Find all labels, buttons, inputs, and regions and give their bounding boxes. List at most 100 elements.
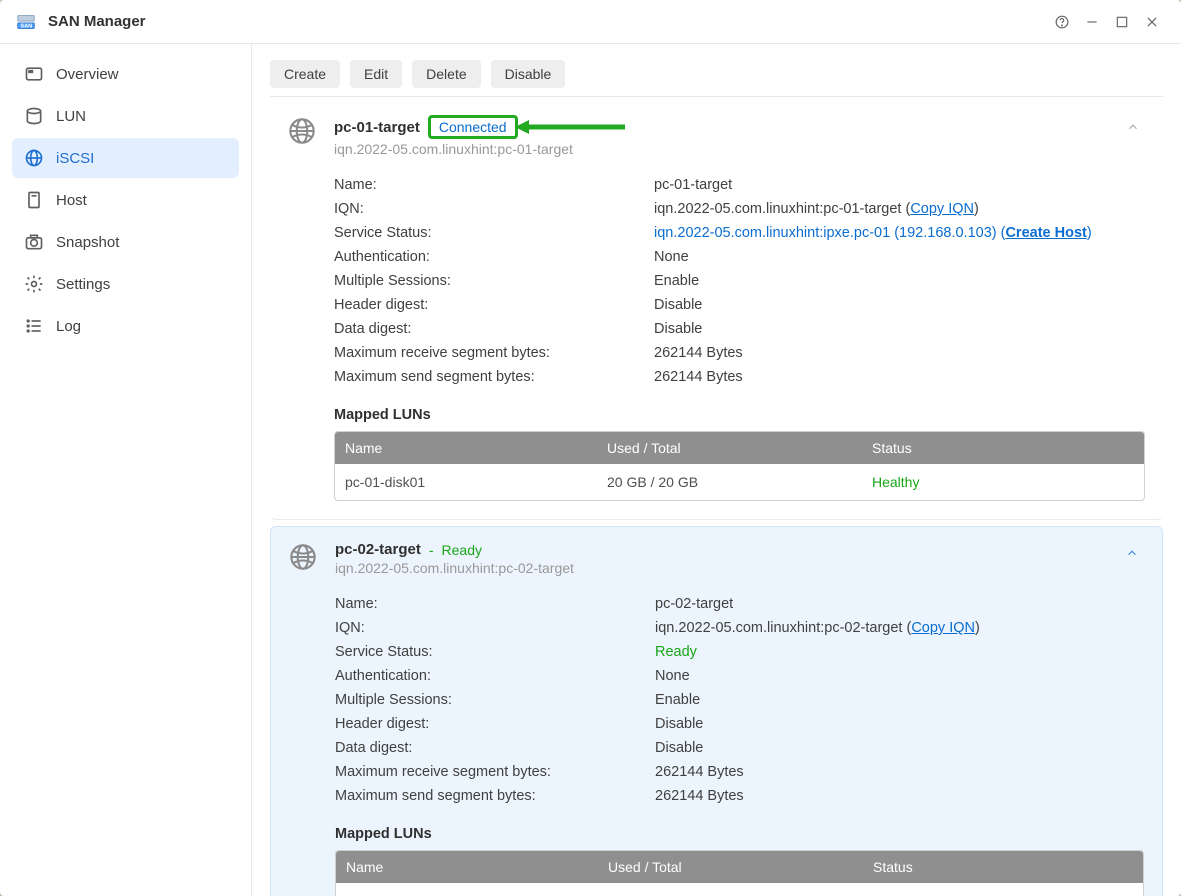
field-value-auth: None <box>655 668 1144 684</box>
camera-icon <box>24 232 44 252</box>
sidebar-item-settings[interactable]: Settings <box>12 264 239 304</box>
sidebar-item-host[interactable]: Host <box>12 180 239 220</box>
field-value-maxsend: 262144 Bytes <box>654 369 1145 385</box>
field-label-maxrecv: Maximum receive segment bytes: <box>334 345 654 361</box>
field-label-maxsend: Maximum send segment bytes: <box>335 788 655 804</box>
field-label-iqn: IQN: <box>334 201 654 217</box>
sidebar-item-label: iSCSI <box>56 150 94 167</box>
field-label-data: Data digest: <box>335 740 655 756</box>
table-row[interactable]: pc-01-disk01 20 GB / 20 GB Healthy <box>335 464 1144 500</box>
help-button[interactable] <box>1047 7 1077 37</box>
field-value-maxrecv: 262144 Bytes <box>654 345 1145 361</box>
sidebar-item-iscsi[interactable]: iSCSI <box>12 138 239 178</box>
field-label-multi: Multiple Sessions: <box>334 273 654 289</box>
globe-icon <box>288 117 316 145</box>
sidebar-item-label: Snapshot <box>56 234 119 251</box>
mapped-luns-table: Name Used / Total Status pc-02-disk01 20… <box>335 850 1144 896</box>
create-host-link[interactable]: Create Host <box>1005 225 1086 241</box>
sidebar-item-overview[interactable]: Overview <box>12 54 239 94</box>
title-bar: SAN SAN Manager <box>0 0 1181 44</box>
sidebar-item-label: Settings <box>56 276 110 293</box>
field-label-hdr: Header digest: <box>334 297 654 313</box>
col-header-status: Status <box>872 440 1134 456</box>
app-icon: SAN <box>14 10 38 34</box>
target-iqn-sub: iqn.2022-05.com.linuxhint:pc-02-target <box>335 560 1120 576</box>
field-label-data: Data digest: <box>334 321 654 337</box>
app-window: SAN SAN Manager Overview LUN iSCSI <box>0 0 1181 896</box>
sidebar-item-label: Host <box>56 192 87 209</box>
svg-text:SAN: SAN <box>21 23 33 29</box>
field-value-data: Disable <box>655 740 1144 756</box>
status-badge-connected: Connected <box>428 115 518 139</box>
field-value-hdr: Disable <box>654 297 1145 313</box>
copy-iqn-link[interactable]: Copy IQN <box>910 201 974 217</box>
dashboard-icon <box>24 64 44 84</box>
sidebar-item-lun[interactable]: LUN <box>12 96 239 136</box>
col-header-used: Used / Total <box>607 440 872 456</box>
field-value-iqn: iqn.2022-05.com.linuxhint:pc-01-target (… <box>654 201 1145 217</box>
delete-button[interactable]: Delete <box>412 60 480 88</box>
field-label-auth: Authentication: <box>334 249 654 265</box>
col-header-status: Status <box>873 859 1133 875</box>
minimize-button[interactable] <box>1077 7 1107 37</box>
field-label-maxrecv: Maximum receive segment bytes: <box>335 764 655 780</box>
field-label-name: Name: <box>334 177 654 193</box>
field-label-hdr: Header digest: <box>335 716 655 732</box>
mapped-luns-title: Mapped LUNs <box>335 826 1144 842</box>
table-row[interactable]: pc-02-disk01 20 GB / 20 GB Healthy <box>336 883 1143 896</box>
field-value-service: iqn.2022-05.com.linuxhint:ipxe.pc-01 (19… <box>654 225 1145 241</box>
toolbar: Create Edit Delete Disable <box>270 60 1163 97</box>
field-label-iqn: IQN: <box>335 620 655 636</box>
target-name: pc-01-target <box>334 119 420 136</box>
target-iqn-sub: iqn.2022-05.com.linuxhint:pc-01-target <box>334 141 1121 157</box>
collapse-button[interactable] <box>1121 115 1145 139</box>
cell-name: pc-01-disk01 <box>345 474 607 490</box>
sidebar-item-label: Overview <box>56 66 119 83</box>
table-header: Name Used / Total Status <box>335 432 1144 464</box>
field-label-auth: Authentication: <box>335 668 655 684</box>
disable-button[interactable]: Disable <box>491 60 566 88</box>
annotation-arrow-icon <box>515 119 625 135</box>
cell-used: 20 GB / 20 GB <box>607 474 872 490</box>
field-value-hdr: Disable <box>655 716 1144 732</box>
app-title: SAN Manager <box>48 13 146 30</box>
field-value-multi: Enable <box>654 273 1145 289</box>
field-value-auth: None <box>654 249 1145 265</box>
sidebar: Overview LUN iSCSI Host Snapshot Setting… <box>0 44 252 896</box>
field-value-iqn: iqn.2022-05.com.linuxhint:pc-02-target (… <box>655 620 1144 636</box>
cell-status: Healthy <box>872 474 1134 490</box>
field-value-maxrecv: 262144 Bytes <box>655 764 1144 780</box>
collapse-button[interactable] <box>1120 541 1144 565</box>
close-button[interactable] <box>1137 7 1167 37</box>
col-header-used: Used / Total <box>608 859 873 875</box>
field-label-name: Name: <box>335 596 655 612</box>
sidebar-item-label: LUN <box>56 108 86 125</box>
field-label-service: Service Status: <box>334 225 654 241</box>
content-pane: Create Edit Delete Disable pc-01-target <box>252 44 1181 896</box>
field-value-multi: Enable <box>655 692 1144 708</box>
sidebar-item-snapshot[interactable]: Snapshot <box>12 222 239 262</box>
status-badge-ready: Ready <box>442 542 482 558</box>
target-card-pc-01[interactable]: pc-01-target Connected iqn.2022-05.com.l… <box>270 101 1163 520</box>
gear-icon <box>24 274 44 294</box>
field-value-maxsend: 262144 Bytes <box>655 788 1144 804</box>
copy-iqn-link[interactable]: Copy IQN <box>911 620 975 636</box>
target-name: pc-02-target <box>335 541 421 558</box>
list-icon <box>24 316 44 336</box>
edit-button[interactable]: Edit <box>350 60 402 88</box>
target-card-pc-02[interactable]: pc-02-target - Ready iqn.2022-05.com.lin… <box>270 526 1163 896</box>
field-label-maxsend: Maximum send segment bytes: <box>334 369 654 385</box>
field-value-data: Disable <box>654 321 1145 337</box>
host-icon <box>24 190 44 210</box>
sidebar-item-log[interactable]: Log <box>12 306 239 346</box>
maximize-button[interactable] <box>1107 7 1137 37</box>
field-label-multi: Multiple Sessions: <box>335 692 655 708</box>
mapped-luns-table: Name Used / Total Status pc-01-disk01 20… <box>334 431 1145 501</box>
globe-icon <box>289 543 317 571</box>
mapped-luns-title: Mapped LUNs <box>334 407 1145 423</box>
globe-icon <box>24 148 44 168</box>
sidebar-item-label: Log <box>56 318 81 335</box>
field-value-service: Ready <box>655 644 1144 660</box>
create-button[interactable]: Create <box>270 60 340 88</box>
field-value-name: pc-01-target <box>654 177 1145 193</box>
